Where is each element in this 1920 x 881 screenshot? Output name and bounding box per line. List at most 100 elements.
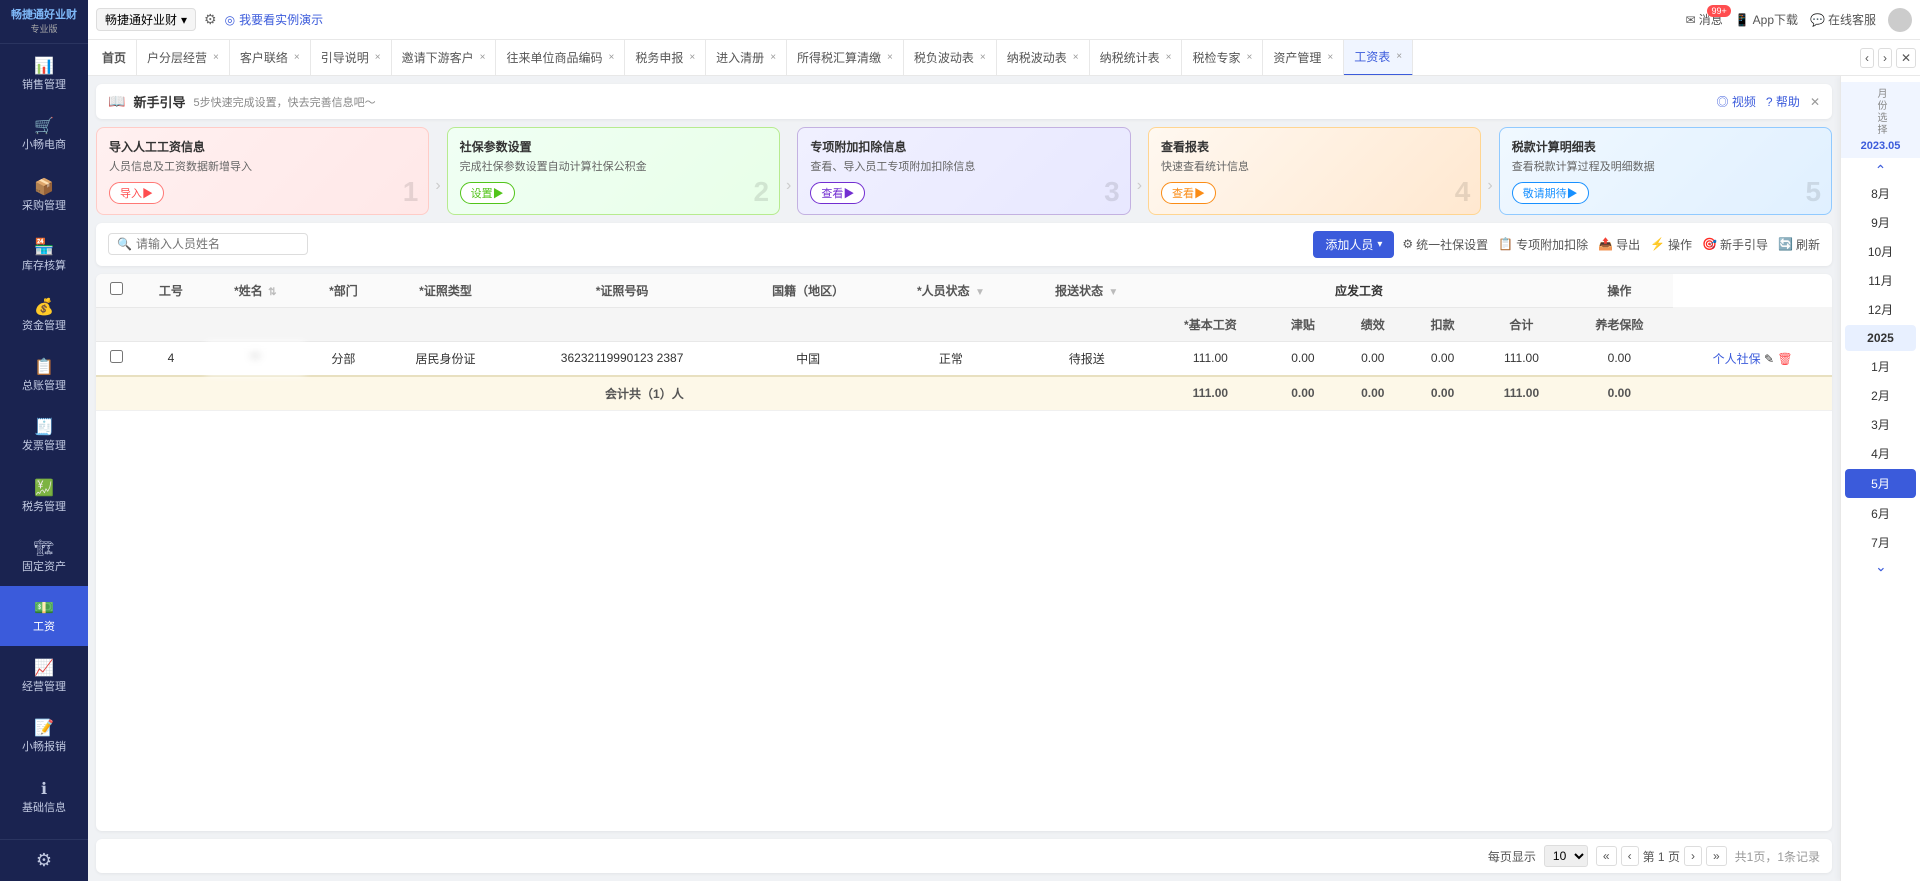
topbar-messages[interactable]: ✉ 消息 99+: [1686, 11, 1723, 28]
toolbar-action-操作[interactable]: ⚡ 操作: [1650, 236, 1692, 253]
guide-video-link[interactable]: ◎ 视频: [1717, 93, 1756, 110]
step-btn-2[interactable]: 设置▶: [460, 182, 515, 204]
topbar-brand-arrow[interactable]: ▾: [181, 13, 187, 27]
ops-delete-icon[interactable]: 🗑: [1777, 352, 1792, 366]
tab-首页[interactable]: 首页: [92, 40, 137, 76]
select-all-checkbox[interactable]: [110, 282, 123, 295]
tab-close-4[interactable]: ×: [480, 52, 486, 63]
tab-税务申报[interactable]: 税务申报×: [625, 40, 706, 76]
tab-close-13[interactable]: ×: [1327, 52, 1333, 63]
tab-close-12[interactable]: ×: [1246, 52, 1252, 63]
month-item-2月[interactable]: 2月: [1841, 381, 1920, 410]
sidebar-item-固定资产[interactable]: 🏗固定资产: [0, 526, 88, 586]
step-btn-3[interactable]: 查看▶: [810, 182, 865, 204]
guide-close-btn[interactable]: ✕: [1810, 95, 1820, 109]
sidebar-item-总账管理[interactable]: 📋总账管理: [0, 345, 88, 405]
step-btn-5[interactable]: 敬请期待▶: [1512, 182, 1589, 204]
step-btn-4[interactable]: 查看▶: [1161, 182, 1216, 204]
sidebar-item-小畅电商[interactable]: 🛒小畅电商: [0, 104, 88, 164]
tab-close-8[interactable]: ×: [887, 52, 893, 63]
toolbar-action-刷新[interactable]: 🔄 刷新: [1778, 236, 1820, 253]
tab-close-1[interactable]: ×: [213, 52, 219, 63]
user-avatar[interactable]: [1888, 8, 1912, 32]
tab-close-6[interactable]: ×: [689, 52, 695, 63]
status-filter-icon[interactable]: ▼: [975, 287, 985, 298]
tab-prev-btn[interactable]: ‹: [1860, 48, 1874, 68]
tab-close-5[interactable]: ×: [608, 52, 614, 63]
sidebar-item-工资[interactable]: 💵工资: [0, 586, 88, 646]
tab-资产管理[interactable]: 资产管理×: [1263, 40, 1344, 76]
month-item-8月[interactable]: 8月: [1841, 179, 1920, 208]
page-prev-btn[interactable]: ‹: [1621, 846, 1639, 866]
tab-纳税统计表[interactable]: 纳税统计表×: [1090, 40, 1183, 76]
tab-next-btn[interactable]: ›: [1878, 48, 1892, 68]
tab-往来单位商品编码[interactable]: 往来单位商品编码×: [496, 40, 625, 76]
sidebar-item-经营管理[interactable]: 📈经营管理: [0, 646, 88, 706]
search-input[interactable]: [136, 237, 299, 251]
page-last-btn[interactable]: »: [1706, 846, 1727, 866]
report-filter-icon[interactable]: ▼: [1108, 287, 1118, 298]
month-nav-up[interactable]: ⌃: [1875, 162, 1887, 179]
tab-close-9[interactable]: ×: [980, 52, 986, 63]
add-person-button[interactable]: 添加人员 ▾: [1313, 231, 1394, 258]
name-sort-icon[interactable]: ⇅: [268, 287, 276, 298]
toolbar-action-统一社保设置[interactable]: ⚙ 统一社保设置: [1402, 236, 1488, 253]
month-item-7月[interactable]: 7月: [1841, 528, 1920, 557]
sidebar-item-系统管理[interactable]: ⚙系统管理: [0, 827, 88, 839]
tab-客户联络[interactable]: 客户联络×: [230, 40, 311, 76]
tab-close-2[interactable]: ×: [294, 52, 300, 63]
month-nav-down[interactable]: ⌃: [1875, 557, 1887, 574]
toolbar-action-新手引导[interactable]: 🎯 新手引导: [1702, 236, 1768, 253]
tab-纳税波动表[interactable]: 纳税波动表×: [997, 40, 1090, 76]
row-select-checkbox-0[interactable]: [110, 350, 123, 363]
sidebar-item-库存核算[interactable]: 🏪库存核算: [0, 225, 88, 285]
month-item-4月[interactable]: 4月: [1841, 439, 1920, 468]
tab-所得税汇算清缴[interactable]: 所得税汇算清缴×: [787, 40, 904, 76]
step-btn-1[interactable]: 导入▶: [109, 182, 164, 204]
tab-close-7[interactable]: ×: [770, 52, 776, 63]
month-item-12月[interactable]: 12月: [1841, 295, 1920, 324]
sidebar-item-基础信息[interactable]: ℹ基础信息: [0, 767, 88, 827]
toolbar-action-专项附加扣除[interactable]: 📋 专项附加扣除: [1498, 236, 1588, 253]
topbar-demo[interactable]: ◎ 我要看实例演示: [225, 11, 324, 28]
toolbar-action-icon-1: 📋: [1498, 237, 1513, 251]
month-item-3月[interactable]: 3月: [1841, 410, 1920, 439]
month-item-11月[interactable]: 11月: [1841, 266, 1920, 295]
topbar-brand[interactable]: 畅捷通好业财 ▾: [96, 8, 196, 31]
sidebar-item-发票管理[interactable]: 🧾发票管理: [0, 405, 88, 465]
month-item-10月[interactable]: 10月: [1841, 237, 1920, 266]
month-item-9月[interactable]: 9月: [1841, 208, 1920, 237]
tab-close-all-btn[interactable]: ✕: [1896, 48, 1916, 68]
tab-邀请下游客户[interactable]: 邀请下游客户×: [392, 40, 497, 76]
guide-help-link[interactable]: ? 帮助: [1766, 93, 1800, 110]
page-next-btn[interactable]: ›: [1684, 846, 1702, 866]
page-size-select[interactable]: 10 20 50: [1544, 845, 1588, 867]
tab-工资表[interactable]: 工资表×: [1344, 40, 1413, 76]
month-item-1月[interactable]: 1月: [1841, 352, 1920, 381]
tab-引导说明[interactable]: 引导说明×: [311, 40, 392, 76]
month-item-6月[interactable]: 6月: [1841, 499, 1920, 528]
tab-户分层经营[interactable]: 户分层经营×: [137, 40, 230, 76]
sidebar-item-采购管理[interactable]: 📦采购管理: [0, 165, 88, 225]
tab-税负波动表[interactable]: 税负波动表×: [904, 40, 997, 76]
settings-icon[interactable]: ⚙: [36, 850, 52, 871]
tab-close-14[interactable]: ×: [1396, 51, 1402, 62]
month-item-5月[interactable]: 5月: [1845, 469, 1916, 498]
tab-close-3[interactable]: ×: [375, 52, 381, 63]
tab-close-10[interactable]: ×: [1073, 52, 1079, 63]
ops-personal-social[interactable]: 个人社保: [1713, 352, 1761, 366]
toolbar-action-导出[interactable]: 📤 导出: [1598, 236, 1640, 253]
sidebar-item-销售管理[interactable]: 📊销售管理: [0, 44, 88, 104]
sidebar-item-资金管理[interactable]: 💰资金管理: [0, 285, 88, 345]
sidebar-item-税务管理[interactable]: 💹税务管理: [0, 466, 88, 526]
tab-税检专家[interactable]: 税检专家×: [1182, 40, 1263, 76]
tab-进入清册[interactable]: 进入清册×: [706, 40, 787, 76]
topbar-app-download[interactable]: 📱 App下载: [1735, 11, 1798, 28]
tab-close-11[interactable]: ×: [1166, 52, 1172, 63]
month-item-2025[interactable]: 2025: [1845, 325, 1916, 351]
ops-edit-icon[interactable]: ✎: [1764, 352, 1774, 366]
topbar-online-service[interactable]: 💬 在线客服: [1810, 11, 1876, 28]
sidebar-item-小畅报销[interactable]: 📝小畅报销: [0, 706, 88, 766]
page-first-btn[interactable]: «: [1596, 846, 1617, 866]
topbar-settings-icon[interactable]: ⚙: [202, 9, 219, 30]
